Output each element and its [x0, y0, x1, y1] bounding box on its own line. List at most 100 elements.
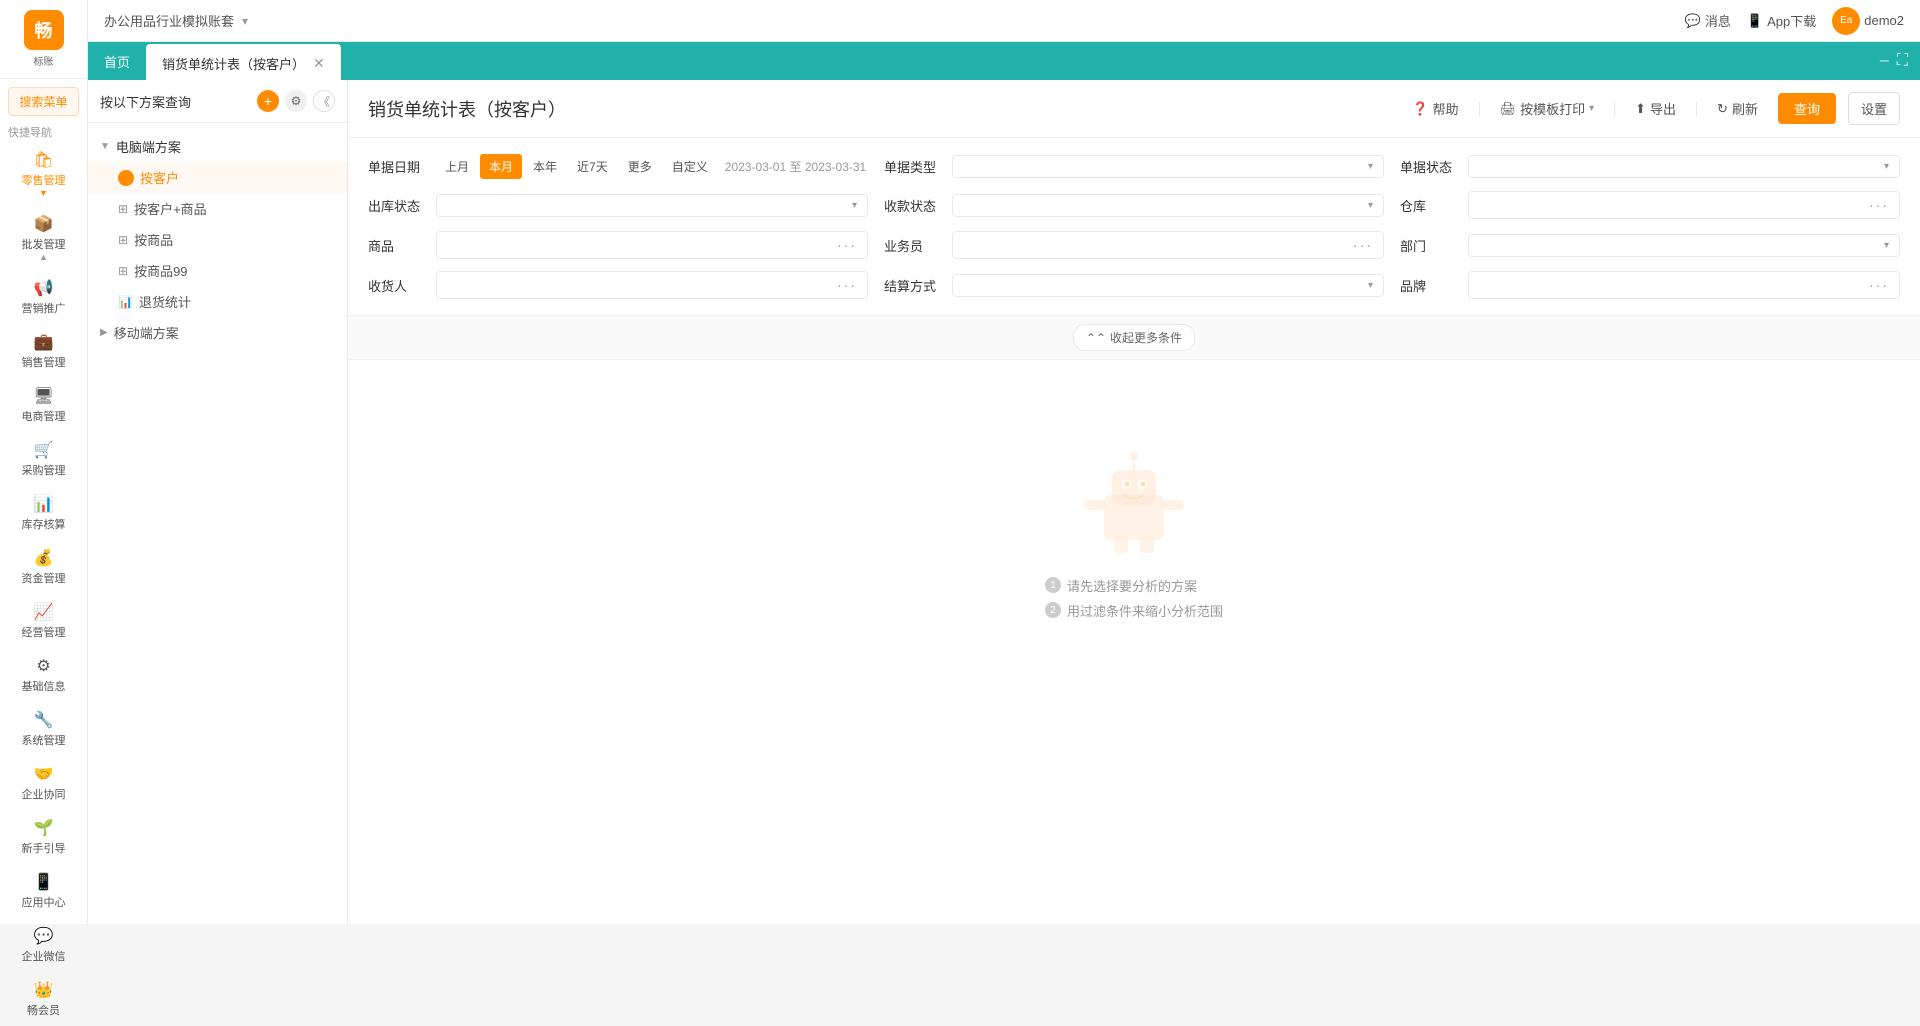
tab-maximize-icon[interactable]: ⛶ — [1897, 52, 1908, 70]
sidebar-item-retail[interactable]: 🛍 零售管理 ▼ — [0, 142, 87, 206]
sidebar-item-basic[interactable]: ⚙ 基础信息 — [0, 648, 87, 702]
dept-select[interactable]: ▾ — [1468, 234, 1900, 257]
settings-button[interactable]: 设置 — [1848, 92, 1900, 125]
filter-row-4: 收货人 ··· 结算方式 ▾ 品牌 — [368, 271, 1900, 299]
salesperson-select[interactable]: ··· — [952, 231, 1384, 259]
mobile-expand-icon: ▶ — [100, 327, 108, 338]
scheme-tree: ▼ 电脑端方案 按客户 ⊞ 按客户+商品 ⊞ 按商品 — [88, 123, 347, 356]
goods-more-icon: ··· — [837, 237, 857, 253]
sidebar-item-operation[interactable]: 📈 经营管理 — [0, 594, 87, 648]
desktop-scheme-group: ▼ 电脑端方案 按客户 ⊞ 按客户+商品 ⊞ 按商品 — [88, 131, 347, 317]
collapse-chevron-icon: ⌃⌃ — [1086, 331, 1106, 345]
salesperson-label: 业务员 — [884, 236, 944, 255]
date-btn-last-month[interactable]: 上月 — [436, 154, 478, 179]
scheme-item-by-customer[interactable]: 按客户 — [88, 162, 347, 193]
type-dropdown-icon: ▾ — [1368, 161, 1373, 172]
sidebar-item-guide[interactable]: 🌱 新手引导 — [0, 810, 87, 864]
export-icon: ⬆ — [1635, 101, 1646, 117]
app-download-action[interactable]: 📱 App下载 — [1747, 11, 1816, 30]
sidebar-item-cooperation[interactable]: 🤝 企业协同 — [0, 756, 87, 810]
appcenter-icon: 📱 — [34, 872, 54, 892]
scheme-panel: 按以下方案查询 + ⚙ 《 ▼ 电脑端方案 按客户 — [88, 80, 348, 924]
goods-select[interactable]: ··· — [436, 231, 868, 259]
tab-report[interactable]: 销货单统计表（按客户） ✕ — [146, 44, 341, 82]
page-header-actions: ❓ 帮助 🖨 按模板打印 ▾ ⬆ 导出 — [1404, 92, 1900, 125]
payment-status-dropdown-icon: ▾ — [1368, 200, 1373, 211]
sidebar-item-finance[interactable]: 💰 资金管理 — [0, 540, 87, 594]
finance-icon: 💰 — [34, 548, 54, 568]
tab-close-icon[interactable]: ✕ — [313, 55, 325, 72]
date-btn-this-year[interactable]: 本年 — [524, 154, 566, 179]
filter-date: 单据日期 上月 本月 本年 近7天 更多 自定义 2023-03-01 至 20… — [368, 154, 868, 179]
date-range-display: 2023-03-01 至 2023-03-31 — [725, 158, 866, 175]
message-action[interactable]: 💬 消息 — [1685, 11, 1731, 30]
print-dropdown-icon: ▾ — [1589, 103, 1594, 114]
tab-home[interactable]: 首页 — [88, 42, 146, 80]
collapse-filters-button[interactable]: ⌃⌃ 收起更多条件 — [1073, 324, 1195, 351]
date-btn-custom[interactable]: 自定义 — [663, 154, 717, 179]
brand-select[interactable]: ··· — [1468, 271, 1900, 299]
out-status-select[interactable]: ▾ — [436, 194, 868, 217]
sidebar-item-wechat[interactable]: 💬 企业微信 — [0, 918, 87, 972]
add-scheme-button[interactable]: + — [257, 90, 279, 112]
customer-goods-icon: ⊞ — [118, 202, 128, 216]
tab-minimize-icon[interactable]: – — [1880, 52, 1889, 70]
topbar-dropdown-icon[interactable]: ▾ — [242, 14, 248, 28]
search-button[interactable]: 查询 — [1778, 93, 1836, 124]
receiver-label: 收货人 — [368, 276, 428, 295]
sidebar-item-wholesale[interactable]: 📦 批发管理 ▲ — [0, 206, 87, 270]
sidebar-item-label-operation: 经营管理 — [22, 624, 66, 640]
scheme-item-goods-99[interactable]: ⊞ 按商品99 — [88, 255, 347, 286]
sidebar-item-purchase[interactable]: 🛒 采购管理 — [0, 432, 87, 486]
refresh-button[interactable]: ↻ 刷新 — [1709, 95, 1766, 122]
warehouse-select[interactable]: ··· — [1468, 191, 1900, 219]
tip-num-2: 2 — [1045, 602, 1061, 618]
receiver-select[interactable]: ··· — [436, 271, 868, 299]
sidebar-item-marketing[interactable]: 📢 营销推广 — [0, 270, 87, 324]
empty-state: 1 请先选择要分析的方案 2 用过滤条件来缩小分析范围 — [348, 360, 1920, 706]
filter-goods: 商品 ··· — [368, 231, 868, 259]
user-profile-action[interactable]: Ea demo2 — [1832, 7, 1904, 35]
help-button[interactable]: ❓ 帮助 — [1404, 95, 1466, 122]
status-select[interactable]: ▾ — [1468, 155, 1900, 178]
settlement-select[interactable]: ▾ — [952, 274, 1384, 297]
type-select[interactable]: ▾ — [952, 155, 1384, 178]
export-button[interactable]: ⬆ 导出 — [1627, 95, 1684, 122]
tip-num-1: 1 — [1045, 577, 1061, 593]
date-btn-more[interactable]: 更多 — [619, 154, 661, 179]
settings-scheme-button[interactable]: ⚙ — [285, 90, 307, 112]
app-download-label: App下载 — [1767, 11, 1816, 30]
sidebar-item-ecommerce[interactable]: 🖥 电商管理 — [0, 378, 87, 432]
desktop-group-header[interactable]: ▼ 电脑端方案 — [88, 131, 347, 162]
sidebar-item-label-marketing: 营销推广 — [22, 300, 66, 316]
sidebar-item-label-retail: 零售管理 — [22, 172, 66, 188]
mobile-scheme-group[interactable]: ▶ 移动端方案 — [88, 317, 347, 348]
empty-tips-list: 1 请先选择要分析的方案 2 用过滤条件来缩小分析范围 — [1045, 576, 1223, 626]
sidebar-item-inventory[interactable]: 📊 库存核算 — [0, 486, 87, 540]
filter-settlement: 结算方式 ▾ — [884, 274, 1384, 297]
goods-label: 商品 — [368, 236, 428, 255]
empty-tip-2: 2 用过滤条件来缩小分析范围 — [1045, 601, 1223, 620]
print-label: 按模板打印 — [1520, 99, 1585, 118]
sidebar-item-appcenter[interactable]: 📱 应用中心 — [0, 864, 87, 918]
sidebar-item-system[interactable]: 🔧 系统管理 — [0, 702, 87, 756]
collapse-scheme-button[interactable]: 《 — [313, 90, 335, 112]
scheme-panel-title: 按以下方案查询 — [100, 92, 191, 111]
filter-payment-status: 收款状态 ▾ — [884, 194, 1384, 217]
customer-scheme-dot — [118, 170, 134, 186]
date-btn-this-month[interactable]: 本月 — [480, 154, 522, 179]
print-button[interactable]: 🖨 按模板打印 ▾ — [1492, 95, 1603, 122]
sidebar-item-label-ecommerce: 电商管理 — [22, 408, 66, 424]
scheme-item-customer-goods[interactable]: ⊞ 按客户+商品 — [88, 193, 347, 224]
collapse-label: 收起更多条件 — [1110, 329, 1182, 346]
avatar: Ea — [1832, 7, 1860, 35]
search-menu-button[interactable]: 搜索菜单 — [8, 87, 79, 116]
payment-status-select[interactable]: ▾ — [952, 194, 1384, 217]
sidebar-item-sales[interactable]: 💼 销售管理 — [0, 324, 87, 378]
sidebar-item-member[interactable]: 👑 畅会员 — [0, 972, 87, 1026]
dept-dropdown-icon: ▾ — [1884, 240, 1889, 251]
date-btn-7days[interactable]: 近7天 — [568, 154, 617, 179]
scheme-item-goods[interactable]: ⊞ 按商品 — [88, 224, 347, 255]
scheme-item-return-stats[interactable]: 📊 退货统计 — [88, 286, 347, 317]
purchase-icon: 🛒 — [34, 440, 54, 460]
